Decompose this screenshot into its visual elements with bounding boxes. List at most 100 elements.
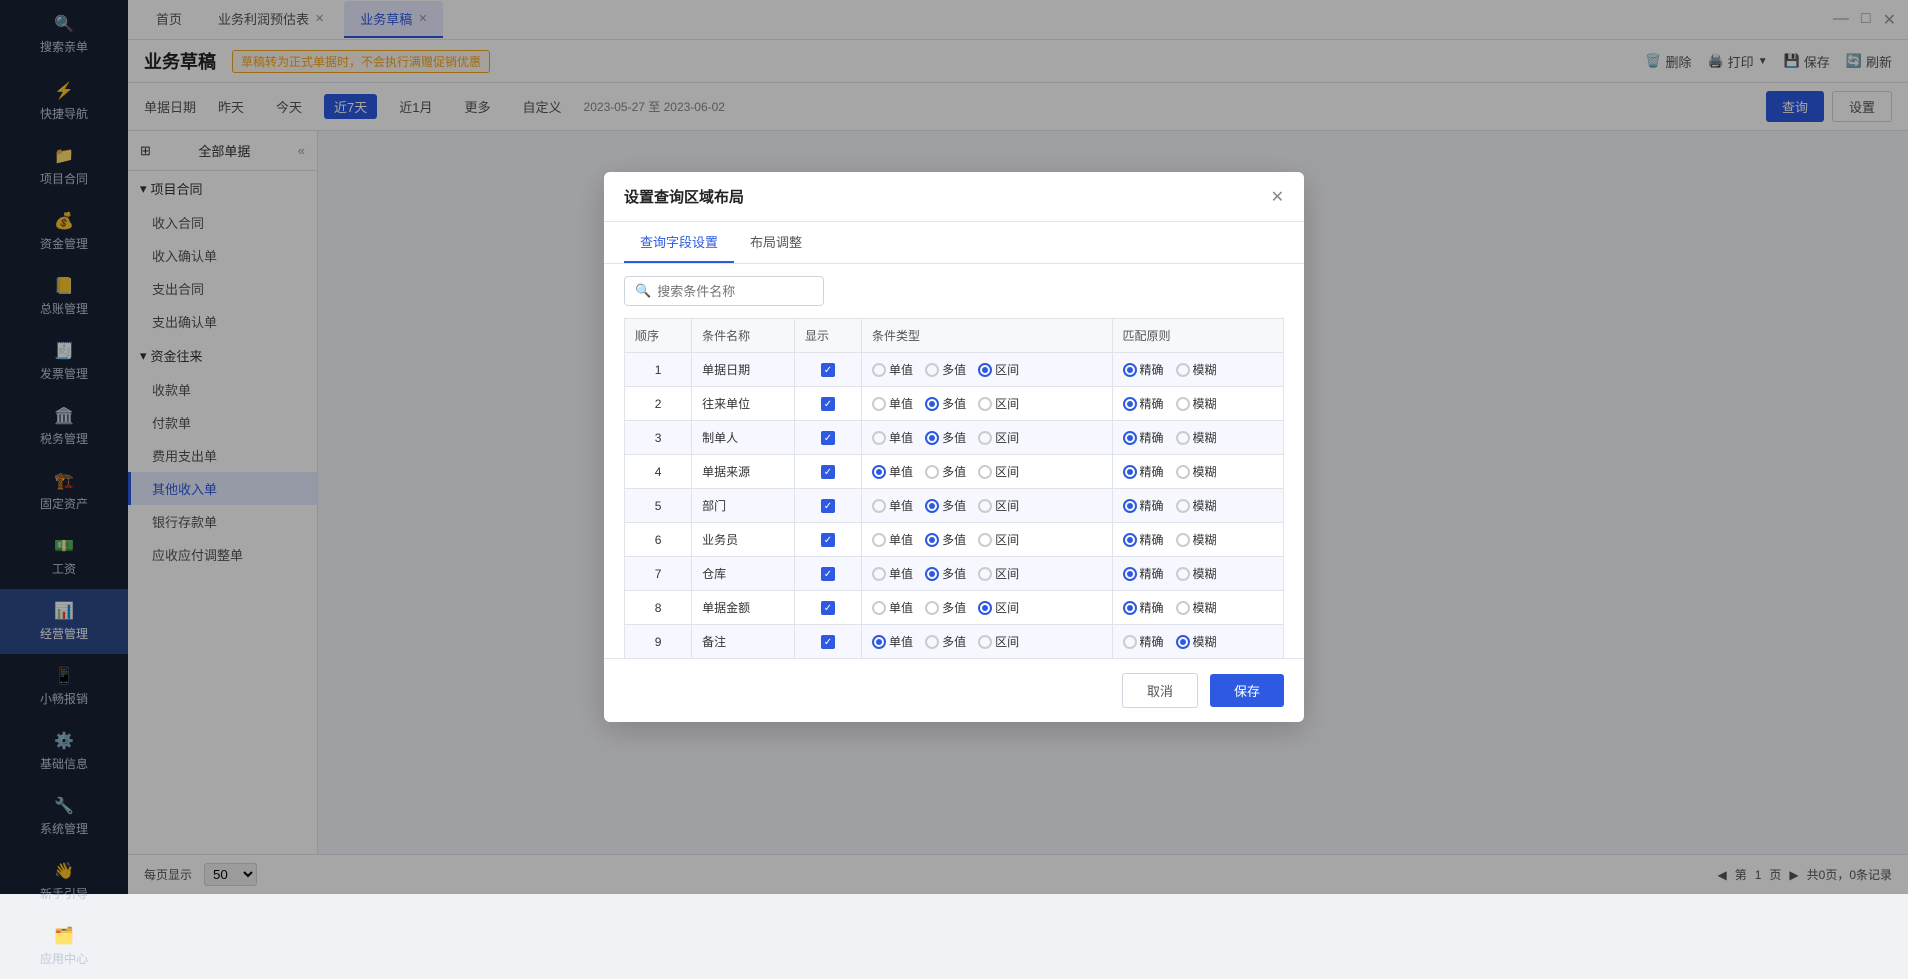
table-cell-show[interactable]: ✓ [794,455,861,489]
radio-circle [925,635,939,649]
radio-type-0[interactable]: 单值 [872,633,913,650]
radio-match-circle [1123,635,1137,649]
table-cell-name: 业务员 [692,523,795,557]
radio-type-2[interactable]: 区间 [978,531,1019,548]
table-cell-show[interactable]: ✓ [794,557,861,591]
radio-type-0[interactable]: 单值 [872,599,913,616]
radio-match-circle [1176,431,1190,445]
radio-type-1[interactable]: 多值 [925,395,966,412]
show-checkbox[interactable]: ✓ [821,499,835,513]
radio-match-0[interactable]: 精确 [1123,497,1164,514]
radio-match-1[interactable]: 模糊 [1176,395,1217,412]
radio-circle [925,431,939,445]
show-checkbox[interactable]: ✓ [821,567,835,581]
radio-type-0[interactable]: 单值 [872,361,913,378]
modal-table: 顺序 条件名称 显示 条件类型 匹配原则 1单据日期✓单值多值区间精确模糊2往来… [624,318,1284,658]
radio-type-0[interactable]: 单值 [872,429,913,446]
col-type: 条件类型 [862,319,1112,353]
radio-match-0[interactable]: 精确 [1123,633,1164,650]
table-cell-show[interactable]: ✓ [794,591,861,625]
radio-type-2[interactable]: 区间 [978,633,1019,650]
table-cell-type: 单值多值区间 [862,557,1112,591]
radio-type-2[interactable]: 区间 [978,361,1019,378]
radio-type-1[interactable]: 多值 [925,531,966,548]
table-cell-match: 精确模糊 [1112,353,1283,387]
table-cell-show[interactable]: ✓ [794,489,861,523]
radio-type-2[interactable]: 区间 [978,463,1019,480]
show-checkbox[interactable]: ✓ [821,431,835,445]
show-checkbox[interactable]: ✓ [821,635,835,649]
radio-match-1[interactable]: 模糊 [1176,429,1217,446]
radio-match-1[interactable]: 模糊 [1176,565,1217,582]
table-cell-show[interactable]: ✓ [794,421,861,455]
radio-type-1[interactable]: 多值 [925,599,966,616]
show-checkbox[interactable]: ✓ [821,397,835,411]
modal-search-area: 🔍 [604,264,1304,318]
radio-match-1[interactable]: 模糊 [1176,463,1217,480]
radio-match-circle [1176,635,1190,649]
radio-match-0[interactable]: 精确 [1123,463,1164,480]
radio-type-2[interactable]: 区间 [978,599,1019,616]
table-cell-match: 精确模糊 [1112,455,1283,489]
radio-type-0[interactable]: 单值 [872,463,913,480]
radio-type-2[interactable]: 区间 [978,497,1019,514]
radio-type-0[interactable]: 单值 [872,497,913,514]
radio-match-0[interactable]: 精确 [1123,599,1164,616]
radio-type-1[interactable]: 多值 [925,497,966,514]
radio-match-0[interactable]: 精确 [1123,395,1164,412]
radio-match-1[interactable]: 模糊 [1176,633,1217,650]
modal-tab-field-settings[interactable]: 查询字段设置 [624,222,734,263]
cancel-button[interactable]: 取消 [1122,673,1198,708]
radio-match-1[interactable]: 模糊 [1176,497,1217,514]
radio-type-2[interactable]: 区间 [978,429,1019,446]
modal-search-box[interactable]: 🔍 [624,276,824,306]
radio-type-1[interactable]: 多值 [925,565,966,582]
radio-type-1[interactable]: 多值 [925,463,966,480]
table-cell-match: 精确模糊 [1112,421,1283,455]
table-cell-order: 2 [625,387,692,421]
radio-type-0[interactable]: 单值 [872,395,913,412]
show-checkbox[interactable]: ✓ [821,363,835,377]
radio-match-1[interactable]: 模糊 [1176,531,1217,548]
table-cell-show[interactable]: ✓ [794,523,861,557]
table-cell-name: 单据来源 [692,455,795,489]
radio-type-1[interactable]: 多值 [925,633,966,650]
radio-match-circle [1123,465,1137,479]
modal-search-input[interactable] [657,284,833,299]
table-cell-order: 9 [625,625,692,659]
radio-type-0[interactable]: 单值 [872,531,913,548]
radio-circle [872,635,886,649]
col-name: 条件名称 [692,319,795,353]
radio-match-0[interactable]: 精确 [1123,361,1164,378]
table-cell-type: 单值多值区间 [862,625,1112,659]
table-cell-show[interactable]: ✓ [794,625,861,659]
modal-table-container: 顺序 条件名称 显示 条件类型 匹配原则 1单据日期✓单值多值区间精确模糊2往来… [604,318,1304,658]
modal-tab-layout[interactable]: 布局调整 [734,222,818,263]
radio-match-0[interactable]: 精确 [1123,429,1164,446]
save-button[interactable]: 保存 [1210,674,1284,707]
radio-type-2[interactable]: 区间 [978,395,1019,412]
modal-close-button[interactable]: ✕ [1271,187,1284,207]
show-checkbox[interactable]: ✓ [821,465,835,479]
radio-match-1[interactable]: 模糊 [1176,599,1217,616]
radio-circle [872,465,886,479]
radio-circle [872,363,886,377]
show-checkbox[interactable]: ✓ [821,601,835,615]
radio-type-0[interactable]: 单值 [872,565,913,582]
radio-circle [925,499,939,513]
table-cell-order: 3 [625,421,692,455]
table-cell-order: 7 [625,557,692,591]
radio-circle [978,363,992,377]
radio-circle [872,499,886,513]
radio-type-1[interactable]: 多值 [925,361,966,378]
radio-match-0[interactable]: 精确 [1123,565,1164,582]
show-checkbox[interactable]: ✓ [821,533,835,547]
sidebar-item-app[interactable]: 🗂️ 应用中心 [0,914,128,979]
radio-match-0[interactable]: 精确 [1123,531,1164,548]
radio-match-1[interactable]: 模糊 [1176,361,1217,378]
radio-type-2[interactable]: 区间 [978,565,1019,582]
modal-overlay: 设置查询区域布局 ✕ 查询字段设置 布局调整 🔍 [0,0,1908,894]
table-cell-show[interactable]: ✓ [794,353,861,387]
table-cell-show[interactable]: ✓ [794,387,861,421]
radio-type-1[interactable]: 多值 [925,429,966,446]
